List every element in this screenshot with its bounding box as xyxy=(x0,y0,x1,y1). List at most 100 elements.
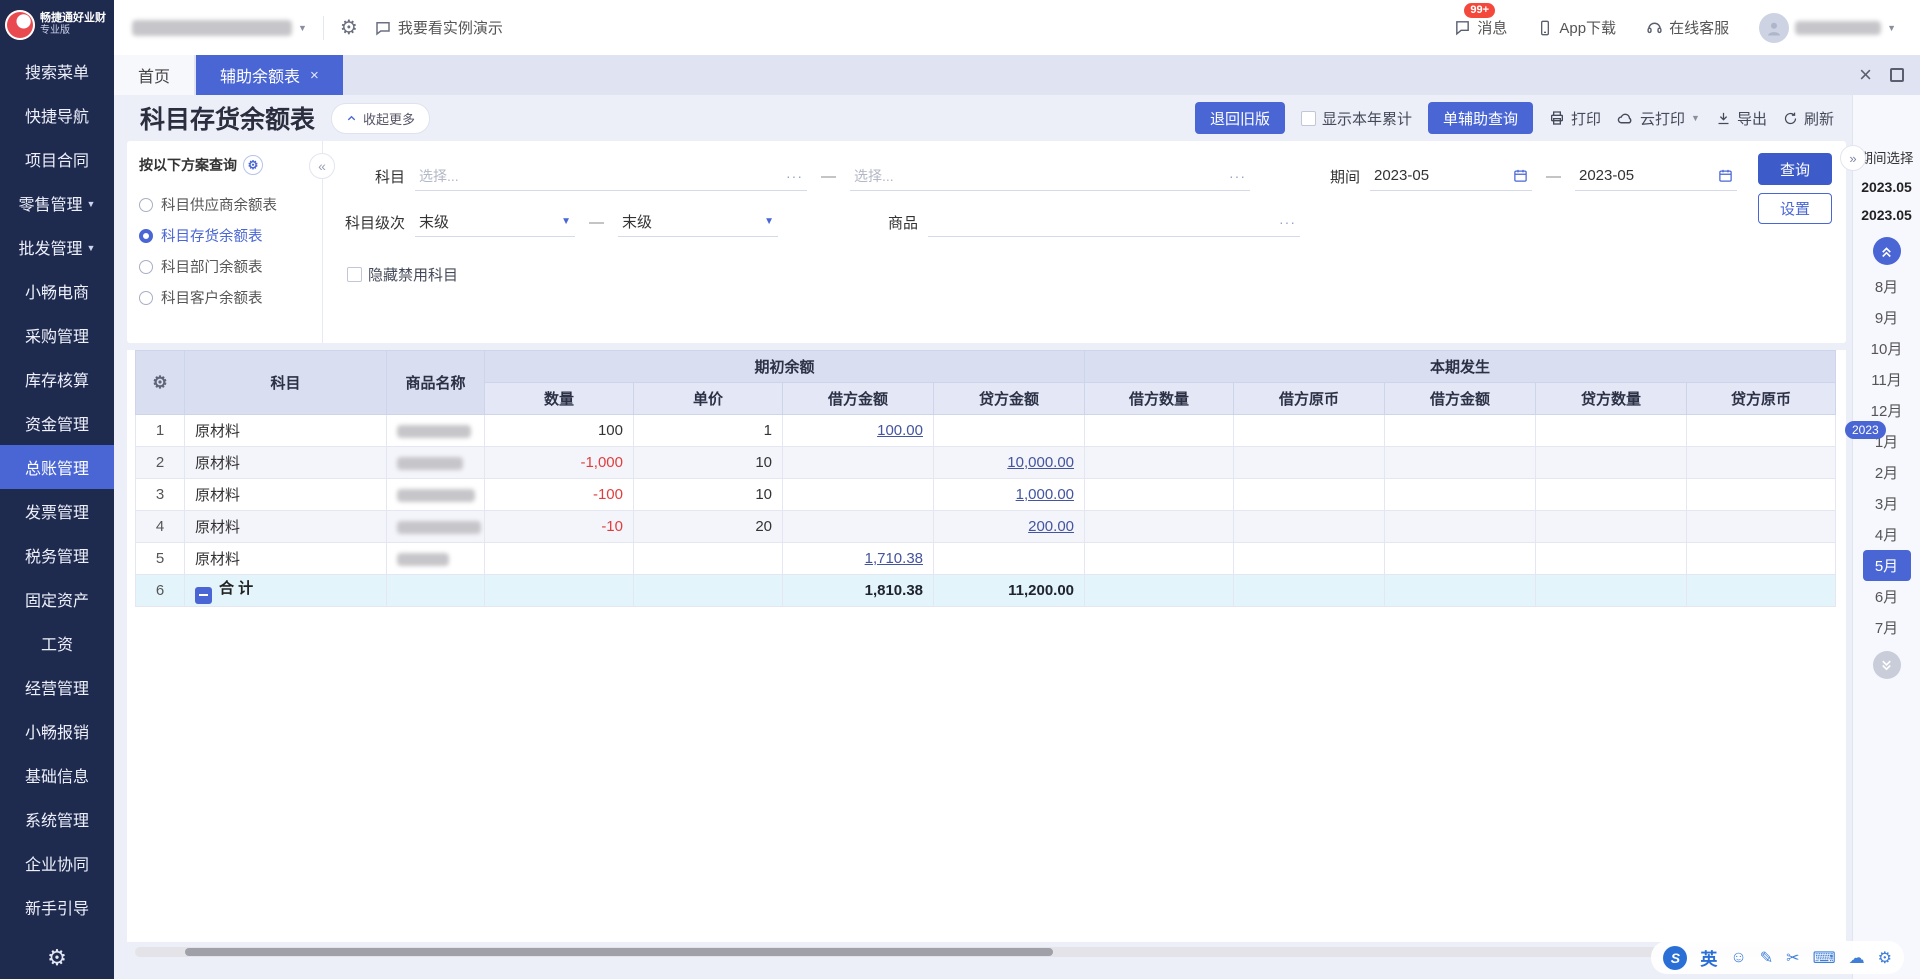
refresh-button[interactable]: 刷新 xyxy=(1783,108,1834,129)
amount-link[interactable]: 100.00 xyxy=(877,422,923,439)
sidebar-item-inventory-accounting[interactable]: 库存核算 xyxy=(0,357,114,401)
scroll-months-up-button[interactable] xyxy=(1872,237,1901,265)
month-item[interactable]: 4月 xyxy=(1863,519,1911,550)
col-header-debit-qty[interactable]: 借方数量 xyxy=(1084,382,1235,415)
messages-button[interactable]: 99+ 消息 xyxy=(1454,3,1507,38)
checkbox-icon[interactable] xyxy=(347,266,362,282)
chevron-down-icon[interactable]: ▼ xyxy=(764,216,774,227)
month-item[interactable]: 7月 xyxy=(1863,612,1911,643)
settings-button[interactable]: 设置 xyxy=(1758,193,1832,224)
month-item[interactable]: 8月 xyxy=(1863,271,1911,302)
scheme-item-supplier-balance[interactable]: 科目供应商余额表 xyxy=(139,189,322,220)
tab-close-icon[interactable]: × xyxy=(310,67,319,84)
scheme-item-inventory-balance[interactable]: 科目存货余额表 xyxy=(139,220,322,251)
cloud-icon[interactable]: ☁ xyxy=(1849,948,1865,968)
sidebar-item-ecommerce[interactable]: 小畅电商 xyxy=(0,269,114,313)
col-header-product[interactable]: 商品名称 xyxy=(386,350,485,415)
sidebar-item-business-mgmt[interactable]: 经营管理 xyxy=(0,665,114,709)
month-item[interactable]: 3月 xyxy=(1863,488,1911,519)
cloud-print-button[interactable]: 云打印 ▼ xyxy=(1617,108,1700,129)
col-header-credit-currency[interactable]: 贷方原币 xyxy=(1686,382,1837,415)
month-item[interactable]: 9月 xyxy=(1863,302,1911,333)
demo-link[interactable]: 我要看实例演示 xyxy=(374,17,503,38)
user-menu[interactable]: ▼ xyxy=(1759,12,1896,43)
single-aux-query-button[interactable]: 单辅助查询 xyxy=(1428,102,1534,134)
hide-disabled-checkbox[interactable]: 隐藏禁用科目 xyxy=(347,264,458,285)
topbar-gear-icon[interactable]: ⚙ xyxy=(340,15,358,40)
company-selector[interactable]: ▼ xyxy=(132,19,307,36)
ellipsis-icon[interactable]: ··· xyxy=(786,168,803,184)
sidebar-item-fixed-assets[interactable]: 固定资产 xyxy=(0,577,114,621)
sidebar-item-basic-info[interactable]: 基础信息 xyxy=(0,753,114,797)
sidebar-item-general-ledger[interactable]: 总账管理 xyxy=(0,445,114,489)
sidebar-item-invoice[interactable]: 发票管理 xyxy=(0,489,114,533)
col-header-debit-amount-2[interactable]: 借方金额 xyxy=(1384,382,1537,415)
chevron-down-icon[interactable]: ▼ xyxy=(561,216,571,227)
emoji-icon[interactable]: ☺ xyxy=(1730,949,1746,967)
sidebar-item-reimbursement[interactable]: 小畅报销 xyxy=(0,709,114,753)
amount-link[interactable]: 200.00 xyxy=(1028,518,1074,535)
sidebar-item-system-mgmt[interactable]: 系统管理 xyxy=(0,797,114,841)
level-to-select[interactable]: 末级 ▼ xyxy=(618,207,778,237)
collapse-more-button[interactable]: 收起更多 xyxy=(331,102,431,134)
ime-language-toggle[interactable]: 英 xyxy=(1700,945,1717,970)
period-panel-collapse-icon[interactable]: » xyxy=(1840,145,1866,171)
pen-icon[interactable]: ✎ xyxy=(1760,948,1773,968)
sidebar-item-search-menu[interactable]: 搜索菜单 xyxy=(0,49,114,93)
scissors-icon[interactable]: ✂ xyxy=(1786,948,1799,968)
sidebar-settings-gear-icon[interactable]: ⚙ xyxy=(0,945,114,971)
scheme-collapse-icon[interactable]: « xyxy=(309,153,335,179)
col-header-credit-amount[interactable]: 贷方金额 xyxy=(932,382,1086,415)
scrollbar-thumb[interactable] xyxy=(185,948,1053,956)
sidebar-item-salary[interactable]: 工资 xyxy=(0,621,114,665)
product-select[interactable]: ··· xyxy=(928,207,1300,237)
sidebar-item-funds[interactable]: 资金管理 xyxy=(0,401,114,445)
tab-home[interactable]: 首页 xyxy=(114,55,195,95)
print-button[interactable]: 打印 xyxy=(1549,108,1601,129)
scheme-item-department-balance[interactable]: 科目部门余额表 xyxy=(139,251,322,282)
ime-logo-icon[interactable]: S xyxy=(1663,945,1688,970)
sidebar-item-purchase[interactable]: 采购管理 xyxy=(0,313,114,357)
sidebar-item-wholesale[interactable]: 批发管理 ▼ xyxy=(0,225,114,269)
back-to-old-version-button[interactable]: 退回旧版 xyxy=(1194,102,1285,134)
ellipsis-icon[interactable]: ··· xyxy=(1279,214,1296,230)
gear-icon[interactable]: ⚙ xyxy=(1878,948,1892,968)
export-button[interactable]: 导出 xyxy=(1716,108,1767,129)
sidebar-item-tax[interactable]: 税务管理 xyxy=(0,533,114,577)
month-item[interactable]: 11月 xyxy=(1863,364,1911,395)
sidebar-item-collaboration[interactable]: 企业协同 xyxy=(0,841,114,885)
col-header-unit-price[interactable]: 单价 xyxy=(633,382,783,415)
amount-link[interactable]: 1,710.38 xyxy=(865,550,923,567)
subject-to-select[interactable]: 选择... ··· xyxy=(850,161,1250,191)
horizontal-scrollbar[interactable] xyxy=(135,947,1835,957)
table-settings-gear-icon[interactable]: ⚙ xyxy=(152,373,167,392)
col-header-subject[interactable]: 科目 xyxy=(184,350,387,415)
scheme-item-customer-balance[interactable]: 科目客户余额表 xyxy=(139,282,322,313)
query-button[interactable]: 查询 xyxy=(1758,153,1832,185)
period-to-input[interactable]: 2023-05 xyxy=(1575,161,1737,191)
amount-link[interactable]: 10,000.00 xyxy=(1007,454,1074,471)
ellipsis-icon[interactable]: ··· xyxy=(1229,168,1246,184)
sidebar-item-retail[interactable]: 零售管理 ▼ xyxy=(0,181,114,225)
keyboard-icon[interactable]: ⌨ xyxy=(1813,948,1836,968)
online-support-button[interactable]: 在线客服 xyxy=(1646,17,1729,38)
sidebar-item-beginner-guide[interactable]: 新手引导 xyxy=(0,885,114,929)
show-ytd-checkbox[interactable]: 显示本年累计 xyxy=(1300,108,1412,129)
col-header-credit-qty[interactable]: 贷方数量 xyxy=(1535,382,1688,415)
month-item[interactable]: 10月 xyxy=(1863,333,1911,364)
scroll-months-down-button[interactable] xyxy=(1872,651,1901,679)
app-download-button[interactable]: App下载 xyxy=(1537,17,1616,38)
sidebar-item-project-contract[interactable]: 项目合同 xyxy=(0,137,114,181)
close-icon[interactable]: × xyxy=(1859,64,1872,86)
amount-link[interactable]: 1,000.00 xyxy=(1016,486,1074,503)
sidebar-item-quick-nav[interactable]: 快捷导航 xyxy=(0,93,114,137)
col-header-qty[interactable]: 数量 xyxy=(484,382,634,415)
month-item-selected[interactable]: 5月 xyxy=(1862,550,1911,581)
month-item[interactable]: 6月 xyxy=(1863,581,1911,612)
tab-aux-balance[interactable]: 辅助余额表 × xyxy=(196,55,343,95)
checkbox-icon[interactable] xyxy=(1300,110,1316,126)
calendar-icon[interactable] xyxy=(1718,168,1733,183)
subject-from-select[interactable]: 选择... ··· xyxy=(415,161,807,191)
period-from-input[interactable]: 2023-05 xyxy=(1370,161,1532,191)
scheme-settings-gear-icon[interactable]: ⚙ xyxy=(243,155,263,175)
